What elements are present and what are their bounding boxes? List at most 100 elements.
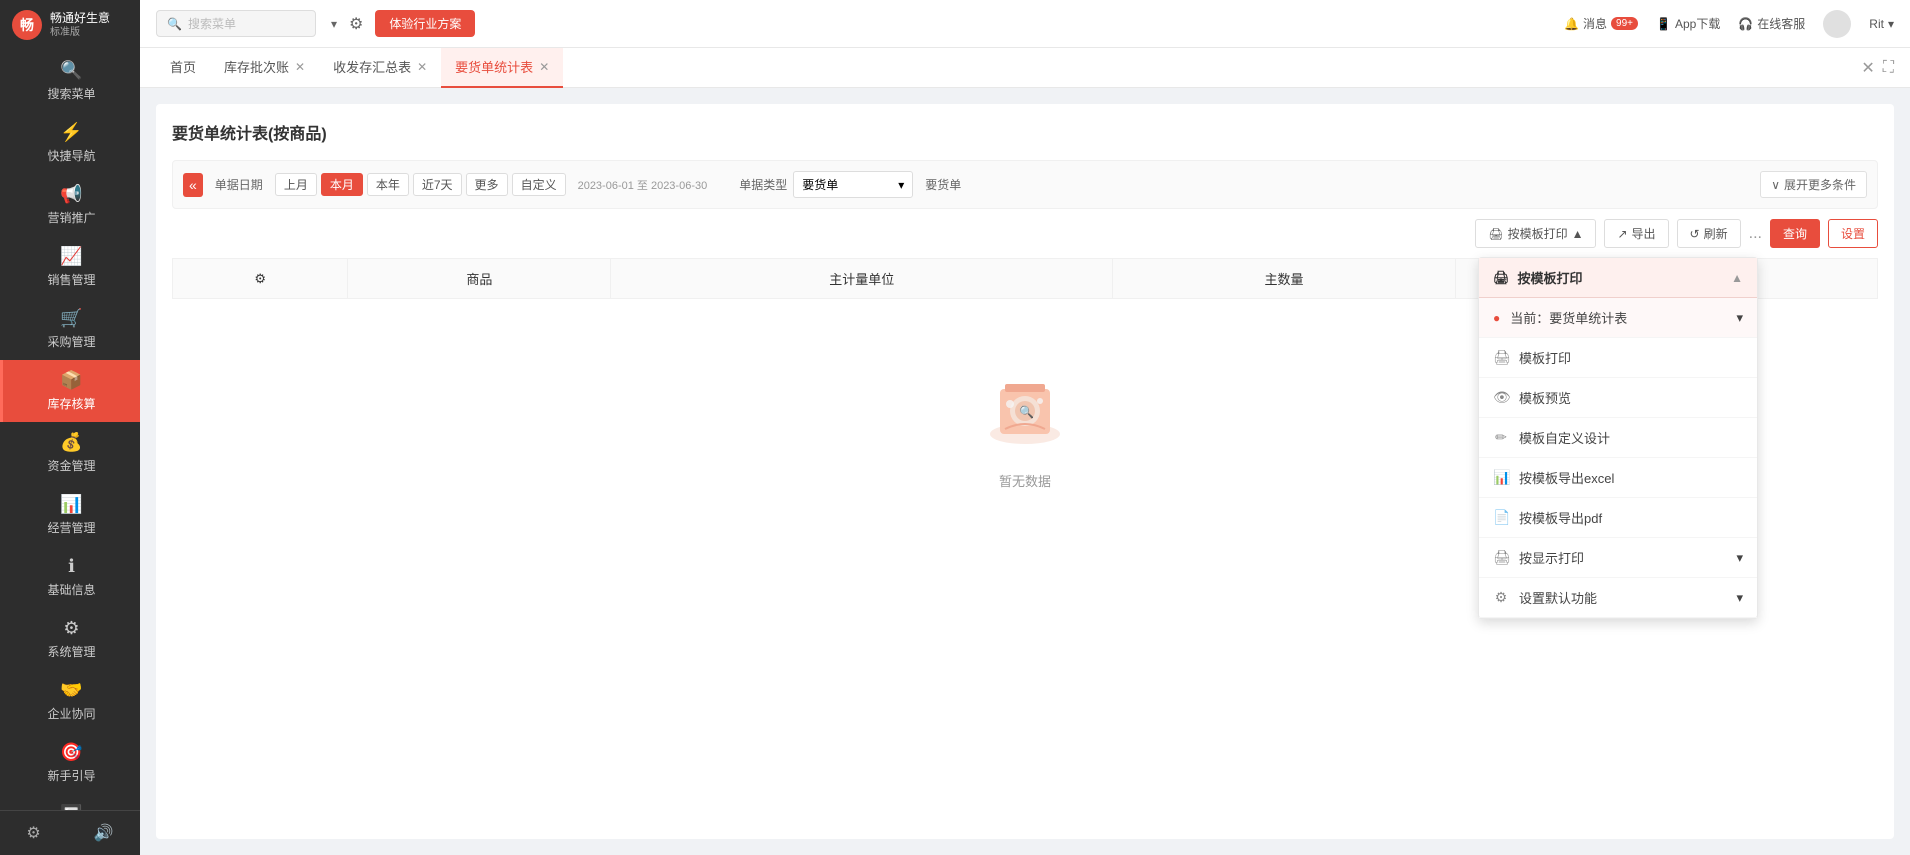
sidebar-item-collab[interactable]: 🤝 企业协同 <box>0 670 140 732</box>
sidebar-item-apps[interactable]: 🔲 应用中心 <box>0 794 140 810</box>
sidebar-item-marketing[interactable]: 📢 营销推广 <box>0 174 140 236</box>
chevron-down-icon: ▾ <box>331 17 337 31</box>
sidebar-item-label: 销售管理 <box>47 271 95 288</box>
filter-type: 单据类型 要货单 ▾ <box>739 171 913 198</box>
filter-expand-button[interactable]: « <box>183 173 203 197</box>
dropdown-item-template-pdf[interactable]: 📄按模板导出pdf <box>1479 498 1757 538</box>
tab-receipt-summary[interactable]: 收发存汇总表✕ <box>319 48 441 88</box>
purchase-icon: 🛒 <box>60 308 82 329</box>
type-select[interactable]: 要货单 ▾ <box>793 171 913 198</box>
phone-icon: 📱 <box>1656 17 1671 31</box>
tab-home[interactable]: 首页 <box>156 48 210 88</box>
sidebar-bottom-audio[interactable]: 🔊 <box>94 823 114 843</box>
expand-icon[interactable]: ⛶ <box>1883 59 1894 77</box>
dropdown-items: 🖨模板打印👁模板预览✏模板自定义设计📊按模板导出excel📄按模板导出pdf <box>1479 338 1757 538</box>
dropdown-item-template-design[interactable]: ✏模板自定义设计 <box>1479 418 1757 458</box>
date-range: 2023-06-01 至 2023-06-30 <box>578 177 708 193</box>
chevron-up-icon: ▲ <box>1731 271 1743 285</box>
export-icon: ↗ <box>1617 227 1627 241</box>
avatar[interactable] <box>1823 10 1851 38</box>
dropdown-group-display-print[interactable]: 🖨 按显示打印 ▾ <box>1479 538 1757 578</box>
bell-icon: 🔔 <box>1564 17 1579 31</box>
main-area: 🔍 搜索菜单 ▾ ⚙ 体验行业方案 🔔 消息 99+ 📱 App下载 🎧 在线客… <box>140 0 1910 855</box>
sidebar-item-purchase[interactable]: 🛒 采购管理 <box>0 298 140 360</box>
tab-label: 库存批次账 <box>224 57 289 76</box>
print-button[interactable]: 🖨 按模板打印 ▲ <box>1475 219 1596 248</box>
topbar-dropdown[interactable]: ▾ <box>328 17 337 31</box>
settings-icon[interactable]: ⚙ <box>349 14 363 34</box>
trial-button[interactable]: 体验行业方案 <box>375 10 475 37</box>
tab-close-order-stats[interactable]: ✕ <box>539 60 549 74</box>
sidebar-item-guide[interactable]: 🎯 新手引导 <box>0 732 140 794</box>
sidebar-item-finance[interactable]: 💰 资金管理 <box>0 422 140 484</box>
online-service-button[interactable]: 🎧 在线客服 <box>1738 15 1805 32</box>
dropdown-item-template-print[interactable]: 🖨模板打印 <box>1479 338 1757 378</box>
date-btn-更多[interactable]: 更多 <box>466 173 508 196</box>
sidebar-item-system[interactable]: ⚙ 系统管理 <box>0 608 140 670</box>
sidebar-item-basic[interactable]: ℹ 基础信息 <box>0 546 140 608</box>
col-header-settings[interactable]: ⚙ <box>173 259 348 299</box>
more-button[interactable]: ... <box>1749 225 1762 243</box>
sidebar-item-label: 搜索菜单 <box>47 85 95 102</box>
search-input[interactable]: 🔍 搜索菜单 <box>156 10 316 37</box>
logo-icon: 畅 <box>12 10 42 40</box>
tab-order-stats[interactable]: 要货单统计表 ✕ <box>441 48 563 88</box>
tab-inventory-batch[interactable]: 库存批次账 ✕ <box>210 48 319 88</box>
sidebar-item-quicknav[interactable]: ⚡ 快捷导航 <box>0 112 140 174</box>
close-all-icon[interactable]: ✕ <box>1861 58 1874 78</box>
dropdown-header[interactable]: 🖨 按模板打印 ▲ <box>1479 258 1757 298</box>
col-header-quantity: 主数量 <box>1113 259 1456 299</box>
app-logo: 畅 畅通好生意 标准版 <box>0 0 140 50</box>
sidebar-item-search[interactable]: 🔍 搜索菜单 <box>0 50 140 112</box>
user-name[interactable]: Rit ▾ <box>1869 17 1894 31</box>
tab-label: 首页 <box>170 57 196 76</box>
marketing-icon: 📢 <box>60 184 82 205</box>
empty-icon: 🔍 <box>975 359 1075 459</box>
dropdown-panel: 🖨 按模板打印 ▲ ● 当前：要货单统计表 ▾ 🖨模板打印👁模板预览✏模板自定义… <box>1478 257 1758 619</box>
dropdown-item-template-excel[interactable]: 📊按模板导出excel <box>1479 458 1757 498</box>
sidebar-item-label: 基础信息 <box>47 581 95 598</box>
sidebar-item-label: 库存核算 <box>47 395 95 412</box>
messages-button[interactable]: 🔔 消息 99+ <box>1564 15 1638 32</box>
date-btn-本月[interactable]: 本月 <box>321 173 363 196</box>
date-btn-本年[interactable]: 本年 <box>367 173 409 196</box>
sidebar-item-sales[interactable]: 📈 销售管理 <box>0 236 140 298</box>
dropdown-groups: 🖨 按显示打印 ▾ ⚙ 设置默认功能 ▾ <box>1479 538 1757 618</box>
sidebar-item-label: 经营管理 <box>47 519 95 536</box>
system-icon: ⚙ <box>63 618 79 639</box>
date-btn-近7天[interactable]: 近7天 <box>413 173 462 196</box>
set-default-icon: ⚙ <box>1493 589 1509 606</box>
dropdown-group-set-default[interactable]: ⚙ 设置默认功能 ▾ <box>1479 578 1757 618</box>
tab-label: 要货单统计表 <box>455 57 533 76</box>
logo-text: 畅通好生意 标准版 <box>50 11 110 40</box>
dropdown-item-template-preview[interactable]: 👁模板预览 <box>1479 378 1757 418</box>
tab-close-inventory-batch[interactable]: ✕ <box>295 60 305 74</box>
template-design-icon: ✏ <box>1493 429 1509 446</box>
chevron-down-icon: ▾ <box>898 178 904 192</box>
sidebar-nav: 🔍 搜索菜单 ⚡ 快捷导航 📢 营销推广 📈 销售管理 🛒 采购管理 📦 库存核… <box>0 50 140 810</box>
expand-more-button[interactable]: ∨ 展开更多条件 <box>1760 171 1867 198</box>
dropdown-current[interactable]: ● 当前：要货单统计表 ▾ <box>1479 298 1757 338</box>
sidebar-item-inventory[interactable]: 📦 库存核算 <box>0 360 140 422</box>
sidebar-item-operations[interactable]: 📊 经营管理 <box>0 484 140 546</box>
col-header-product: 商品 <box>348 259 611 299</box>
sidebar-bottom-settings[interactable]: ⚙ <box>26 823 40 843</box>
app-download-button[interactable]: 📱 App下载 <box>1656 15 1720 32</box>
date-btn-自定义[interactable]: 自定义 <box>512 173 566 196</box>
template-excel-icon: 📊 <box>1493 469 1509 486</box>
settings-button[interactable]: 设置 <box>1828 219 1878 248</box>
chevron-up-icon: ▲ <box>1572 227 1584 241</box>
refresh-button[interactable]: ↺ 刷新 <box>1677 219 1741 248</box>
topbar-right: 🔔 消息 99+ 📱 App下载 🎧 在线客服 Rit ▾ <box>1564 10 1894 38</box>
quicknav-icon: ⚡ <box>60 122 82 143</box>
col-header-unit: 主计量单位 <box>611 259 1113 299</box>
page-card: 要货单统计表(按商品) « 单据日期 上月本月本年近7天更多自定义 2023-0… <box>156 104 1894 839</box>
export-button[interactable]: ↗ 导出 <box>1604 219 1668 248</box>
date-btn-上月[interactable]: 上月 <box>275 173 317 196</box>
operations-icon: 📊 <box>60 494 82 515</box>
query-button[interactable]: 查询 <box>1770 219 1820 248</box>
type-label: 单据类型 <box>739 176 787 193</box>
tab-close-receipt-summary[interactable]: ✕ <box>417 60 427 74</box>
printer-icon: 🖨 <box>1493 270 1510 286</box>
current-icon: ● <box>1493 311 1500 325</box>
